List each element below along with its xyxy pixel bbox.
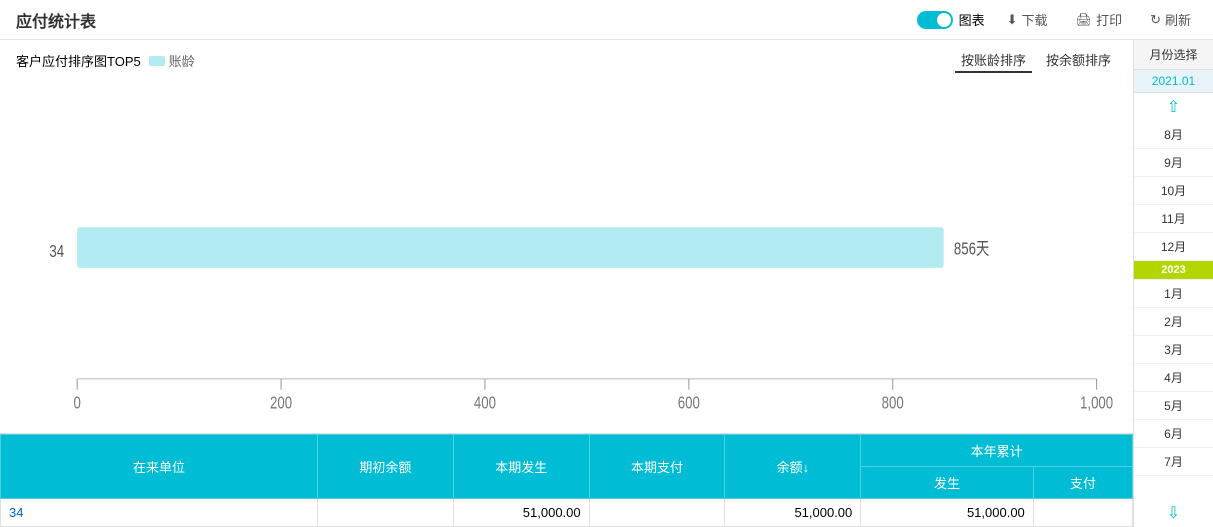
- chart-toggle-label: 图表: [959, 10, 985, 29]
- month-item-10[interactable]: 10月: [1134, 177, 1213, 205]
- month-item-3[interactable]: 3月: [1134, 336, 1213, 364]
- print-icon: 🖨: [1076, 12, 1093, 28]
- month-item-1[interactable]: 1月: [1134, 280, 1213, 308]
- table-body: 34 51,000.00 51,000.00 51,000.00: [1, 499, 1133, 527]
- bar-value-label: 856天: [954, 240, 990, 259]
- x-label-0: 0: [73, 394, 81, 413]
- download-button[interactable]: ⬇ 下载: [1001, 7, 1054, 32]
- header-actions: 图表 ⬇ 下载 🖨 打印 ↻ 刷新: [917, 7, 1197, 32]
- cell-ytd-payment: [1033, 499, 1132, 527]
- cell-opening: [317, 499, 453, 527]
- month-sidebar: 月份选择 2021.01 ⇧ 8月 9月 10月 11月 12月 2023 1月…: [1133, 40, 1213, 527]
- legend-color-box: [149, 56, 165, 66]
- print-label: 打印: [1096, 10, 1122, 29]
- month-list: 8月 9月 10月 11月 12月 2023 1月 2月 3月 4月 5月 6月…: [1134, 121, 1213, 476]
- col-header-payment: 本期支付: [589, 435, 725, 499]
- month-item-8[interactable]: 8月: [1134, 121, 1213, 149]
- month-item-9[interactable]: 9月: [1134, 149, 1213, 177]
- chart-legend: 客户应付排序图TOP5 账龄: [16, 51, 195, 70]
- month-item-11[interactable]: 11月: [1134, 205, 1213, 233]
- month-list-container: 8月 9月 10月 11月 12月 2023 1月 2月 3月 4月 5月 6月…: [1134, 121, 1213, 499]
- month-item-6[interactable]: 6月: [1134, 420, 1213, 448]
- chart-toggle-group[interactable]: 图表: [917, 10, 985, 29]
- cell-occurrence: 51,000.00: [453, 499, 589, 527]
- month-item-4[interactable]: 4月: [1134, 364, 1213, 392]
- refresh-icon: ↻: [1150, 12, 1161, 28]
- col-header-balance: 余额↓: [725, 435, 861, 499]
- chart-svg: 34 856天 0 200 400: [16, 81, 1117, 433]
- sort-by-balance-button[interactable]: 按账龄排序: [955, 48, 1032, 73]
- chart-bar: [77, 227, 944, 268]
- x-label-200: 200: [270, 394, 292, 413]
- unit-link[interactable]: 34: [9, 505, 23, 520]
- chart-legend-title: 客户应付排序图TOP5: [16, 51, 141, 70]
- x-label-800: 800: [882, 394, 904, 413]
- cell-balance: 51,000.00: [725, 499, 861, 527]
- col-header-ytd-occurrence: 发生: [861, 467, 1034, 499]
- page-header: 应付统计表 图表 ⬇ 下载 🖨 打印 ↻ 刷新: [0, 0, 1213, 40]
- year-marker-2023: 2023: [1134, 261, 1213, 280]
- sort-by-amount-button[interactable]: 按余额排序: [1040, 48, 1117, 73]
- y-axis-label: 34: [49, 242, 64, 261]
- page-title: 应付统计表: [16, 8, 96, 32]
- print-button[interactable]: 🖨 打印: [1070, 7, 1129, 32]
- sidebar-current-date: 2021.01: [1134, 70, 1213, 93]
- x-label-600: 600: [678, 394, 700, 413]
- chart-area: 客户应付排序图TOP5 账龄 按账龄排序 按余额排序 34: [0, 40, 1133, 527]
- month-item-2[interactable]: 2月: [1134, 308, 1213, 336]
- col-header-ytd-payment: 支付: [1033, 467, 1132, 499]
- sidebar-title: 月份选择: [1134, 40, 1213, 70]
- month-item-5[interactable]: 5月: [1134, 392, 1213, 420]
- chart-container: 34 856天 0 200 400: [0, 81, 1133, 433]
- cell-ytd-occurrence: 51,000.00: [861, 499, 1034, 527]
- x-label-400: 400: [474, 394, 496, 413]
- cell-unit: 34: [1, 499, 318, 527]
- table-wrapper: 在来单位 期初余额 本期发生 本期支付 余额↓ 本年累计 发生 支付: [0, 434, 1133, 527]
- legend-color-label: 账龄: [169, 51, 195, 70]
- main-content: 客户应付排序图TOP5 账龄 按账龄排序 按余额排序 34: [0, 40, 1213, 527]
- refresh-button[interactable]: ↻ 刷新: [1144, 7, 1197, 32]
- sidebar-scroll-up-button[interactable]: ⇧: [1134, 93, 1213, 121]
- sort-buttons: 按账龄排序 按余额排序: [955, 48, 1117, 73]
- chart-toggle-switch[interactable]: [917, 11, 953, 29]
- download-icon: ⬇: [1007, 12, 1018, 28]
- month-item-7[interactable]: 7月: [1134, 448, 1213, 476]
- chart-header: 客户应付排序图TOP5 账龄 按账龄排序 按余额排序: [0, 40, 1133, 81]
- legend-item: 账龄: [149, 51, 195, 70]
- table-header-row-top: 在来单位 期初余额 本期发生 本期支付 余额↓ 本年累计: [1, 435, 1133, 467]
- table-area: 在来单位 期初余额 本期发生 本期支付 余额↓ 本年累计 发生 支付: [0, 433, 1133, 527]
- x-label-1000: 1,000: [1080, 394, 1113, 413]
- data-table: 在来单位 期初余额 本期发生 本期支付 余额↓ 本年累计 发生 支付: [0, 434, 1133, 527]
- download-label: 下载: [1022, 10, 1048, 29]
- month-item-12[interactable]: 12月: [1134, 233, 1213, 261]
- col-header-occurrence: 本期发生: [453, 435, 589, 499]
- refresh-label: 刷新: [1165, 10, 1191, 29]
- sidebar-scroll-down-button[interactable]: ⇩: [1134, 499, 1213, 527]
- table-row: 34 51,000.00 51,000.00 51,000.00: [1, 499, 1133, 527]
- col-header-opening: 期初余额: [317, 435, 453, 499]
- col-header-ytd: 本年累计: [861, 435, 1133, 467]
- col-header-unit: 在来单位: [1, 435, 318, 499]
- cell-payment: [589, 499, 725, 527]
